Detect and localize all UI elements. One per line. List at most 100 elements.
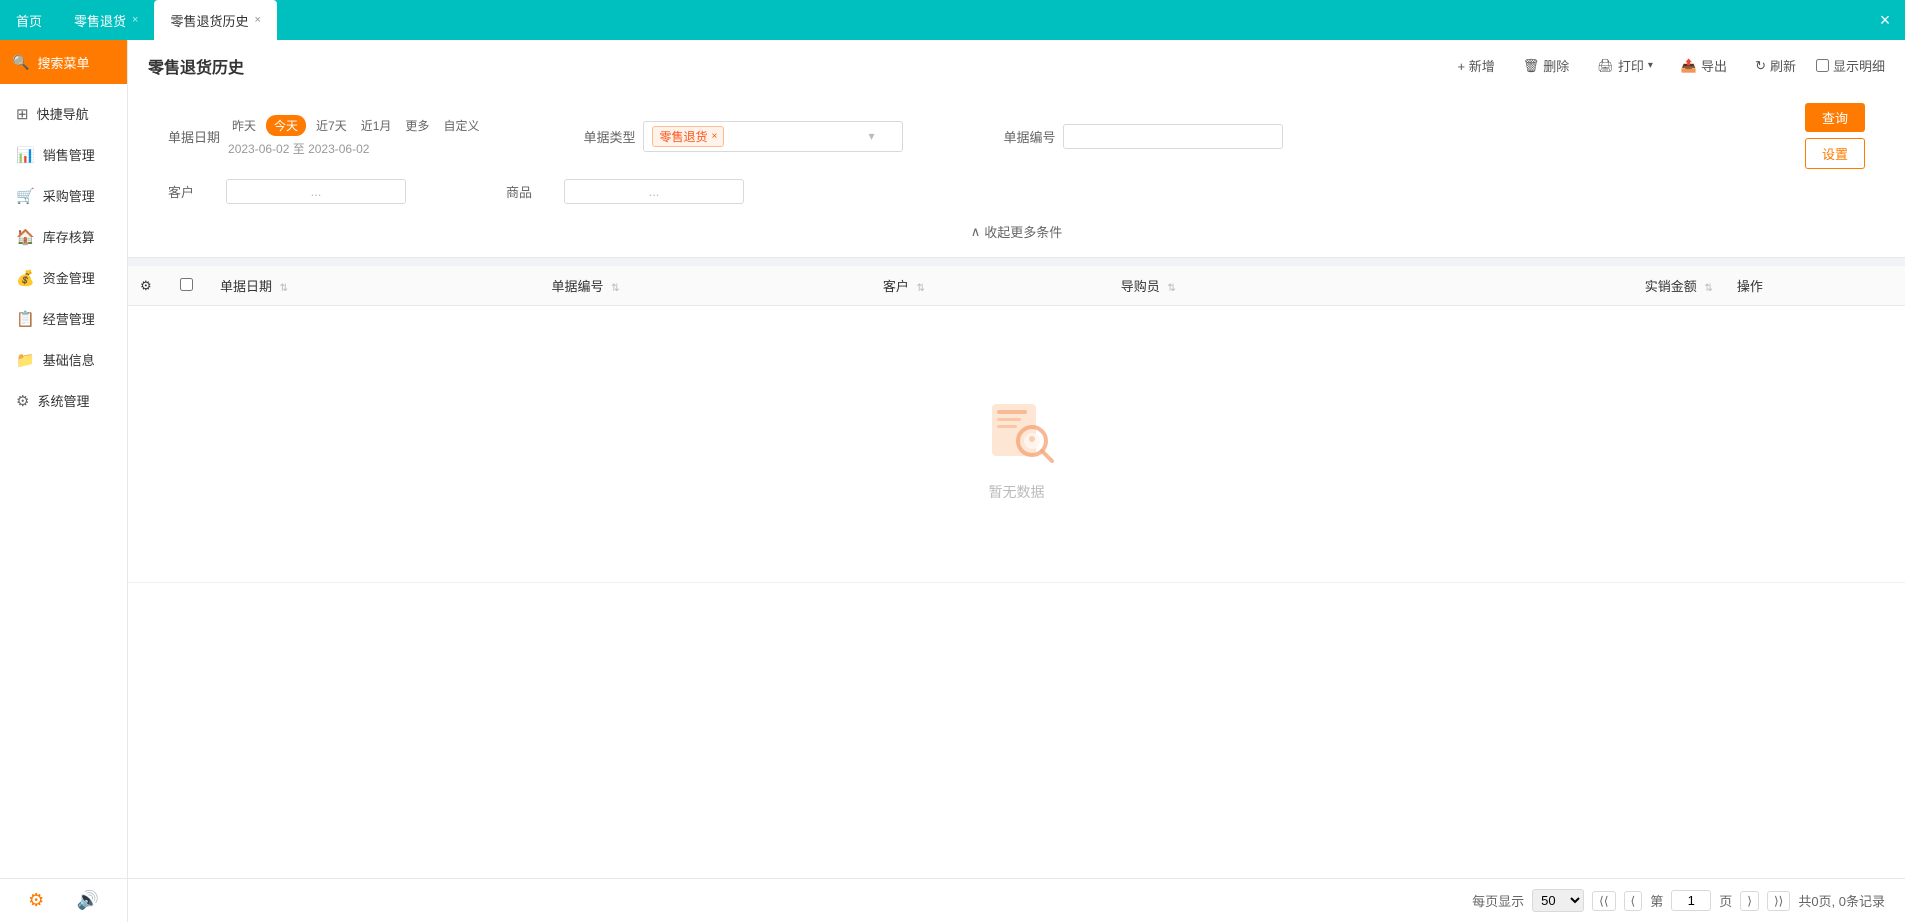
tab-retail-return-close[interactable]: × xyxy=(132,14,138,26)
display-detail-checkbox[interactable] xyxy=(1816,59,1829,72)
settings-button[interactable]: 设置 xyxy=(1805,138,1865,169)
content-area: 零售退货历史 + 新增 🗑 删除 🖨 打印 ▾ 📤 xyxy=(128,40,1905,922)
purchase-icon: 🛒 xyxy=(16,187,35,205)
audio-bottom-icon[interactable]: 🔊 xyxy=(76,890,98,911)
first-page-button[interactable]: ⟨⟨ xyxy=(1592,891,1615,911)
sidebar-item-quick-nav[interactable]: ⊞ 快捷导航 xyxy=(4,94,123,133)
guide-sort-icon: ⇅ xyxy=(1167,283,1175,294)
page-unit: 页 xyxy=(1719,891,1732,910)
voucher-type-tag-text: 零售退货 xyxy=(659,128,707,145)
tab-home[interactable]: 首页 xyxy=(0,0,58,40)
sidebar-item-inventory-label: 库存核算 xyxy=(43,227,95,246)
last-page-button[interactable]: ⟩⟩ xyxy=(1767,891,1790,911)
finance-icon: 💰 xyxy=(16,269,35,287)
delete-icon: 🗑 xyxy=(1523,58,1540,74)
th-guide[interactable]: 导购员 ⇅ xyxy=(1109,266,1394,306)
print-button[interactable]: 🖨 打印 ▾ xyxy=(1589,52,1661,79)
th-amount-label: 实销金额 xyxy=(1645,279,1697,294)
page-size-select[interactable]: 20 50 100 xyxy=(1532,889,1584,912)
refresh-label: 刷新 xyxy=(1770,56,1796,75)
th-date[interactable]: 单据日期 ⇅ xyxy=(208,266,539,306)
top-bar: 首页 零售退货 × 零售退货历史 × × xyxy=(0,0,1905,40)
sys-mgmt-icon: ⚙ xyxy=(16,392,29,410)
table-header: ⚙ 单据日期 ⇅ 单据编号 ⇅ xyxy=(128,266,1905,306)
main-layout: 🔍 搜索菜单 ⊞ 快捷导航 📊 销售管理 🛒 采购管理 🏠 库存核算 💰 xyxy=(0,40,1905,922)
date-more[interactable]: 更多 xyxy=(401,115,433,136)
sidebar-search[interactable]: 🔍 搜索菜单 xyxy=(0,40,127,84)
prev-page-button[interactable]: ⟨ xyxy=(1624,891,1643,911)
sidebar-item-operations[interactable]: 📋 经营管理 xyxy=(4,299,123,338)
collapse-button[interactable]: ∧ 收起更多条件 xyxy=(971,218,1063,245)
sidebar-item-inventory[interactable]: 🏠 库存核算 xyxy=(4,217,123,256)
empty-state-cell: 暂无数据 xyxy=(128,306,1905,583)
page-header: 零售退货历史 + 新增 🗑 删除 🖨 打印 ▾ 📤 xyxy=(128,40,1905,258)
customer-input[interactable]: ... xyxy=(226,179,406,204)
date-custom[interactable]: 自定义 xyxy=(439,115,483,136)
filter-goods: 商品 ... xyxy=(506,179,744,204)
voucher-type-label: 单据类型 xyxy=(583,127,635,146)
tab-retail-return-history-close[interactable]: × xyxy=(254,14,260,26)
voucher-no-sort-icon: ⇅ xyxy=(611,283,619,294)
th-voucher-no[interactable]: 单据编号 ⇅ xyxy=(539,266,870,306)
th-customer[interactable]: 客户 ⇅ xyxy=(871,266,1109,306)
tab-home-label: 首页 xyxy=(16,11,42,30)
tab-retail-return-history[interactable]: 零售退货历史 × xyxy=(154,0,276,40)
sidebar-item-purchase-mgmt[interactable]: 🛒 采购管理 xyxy=(4,176,123,215)
query-button[interactable]: 查询 xyxy=(1805,103,1865,132)
delete-button[interactable]: 🗑 删除 xyxy=(1515,52,1578,79)
collapse-row: ∧ 收起更多条件 xyxy=(148,214,1885,245)
column-setting-icon[interactable]: ⚙ xyxy=(140,278,152,293)
empty-state: 暂无数据 xyxy=(128,306,1905,582)
sidebar-item-sales-mgmt[interactable]: 📊 销售管理 xyxy=(4,135,123,174)
refresh-icon: ↻ xyxy=(1755,58,1766,74)
voucher-type-select[interactable]: 零售退货 × ▾ xyxy=(643,121,903,152)
th-date-label: 单据日期 xyxy=(220,279,272,294)
sidebar-item-finance[interactable]: 💰 资金管理 xyxy=(4,258,123,297)
page-actions: + 新增 🗑 删除 🖨 打印 ▾ 📤 导出 xyxy=(1450,52,1885,79)
date-today[interactable]: 今天 xyxy=(266,115,306,136)
th-action-label: 操作 xyxy=(1737,279,1763,294)
sidebar-item-finance-label: 资金管理 xyxy=(43,268,95,287)
settings-bottom-icon[interactable]: ⚙ xyxy=(28,890,44,911)
customer-label: 客户 xyxy=(168,182,218,201)
collapse-up-icon: ∧ xyxy=(971,224,981,240)
export-icon: 📤 xyxy=(1681,58,1697,74)
voucher-type-tag-close[interactable]: × xyxy=(711,131,717,142)
date-yesterday[interactable]: 昨天 xyxy=(228,115,260,136)
page-total: 共0页, 0条记录 xyxy=(1798,891,1885,910)
display-detail-label[interactable]: 显示明细 xyxy=(1816,56,1885,75)
th-checkbox[interactable] xyxy=(168,266,208,306)
goods-input[interactable]: ... xyxy=(564,179,744,204)
window-close-button[interactable]: × xyxy=(1865,0,1905,40)
voucher-no-input[interactable] xyxy=(1063,124,1283,149)
display-detail-text: 显示明细 xyxy=(1833,56,1885,75)
base-info-icon: 📁 xyxy=(16,351,35,369)
tab-retail-return[interactable]: 零售退货 × xyxy=(58,0,154,40)
sidebar-item-base-info[interactable]: 📁 基础信息 xyxy=(4,340,123,379)
sidebar-bottom: ⚙ 🔊 xyxy=(0,878,127,922)
th-voucher-no-label: 单据编号 xyxy=(551,279,603,294)
page-size-label: 每页显示 xyxy=(1472,891,1524,910)
date-1month[interactable]: 近1月 xyxy=(357,115,396,136)
date-filter-label: 单据日期 xyxy=(168,127,220,146)
voucher-type-tag: 零售退货 × xyxy=(652,126,724,147)
date-sort-icon: ⇅ xyxy=(280,283,288,294)
th-amount[interactable]: 实销金额 ⇅ xyxy=(1393,266,1724,306)
export-button[interactable]: 📤 导出 xyxy=(1673,52,1735,79)
select-all-checkbox[interactable] xyxy=(180,278,193,291)
sidebar: 🔍 搜索菜单 ⊞ 快捷导航 📊 销售管理 🛒 采购管理 🏠 库存核算 💰 xyxy=(0,40,128,922)
th-setting[interactable]: ⚙ xyxy=(128,266,168,306)
print-label: 打印 xyxy=(1618,56,1644,75)
empty-illustration xyxy=(977,386,1057,466)
new-button[interactable]: + 新增 xyxy=(1450,52,1503,79)
refresh-button[interactable]: ↻ 刷新 xyxy=(1747,52,1804,79)
page-number-input[interactable] xyxy=(1671,890,1711,911)
sales-icon: 📊 xyxy=(16,146,35,164)
sidebar-item-sys-mgmt[interactable]: ⚙ 系统管理 xyxy=(4,381,123,420)
tab-retail-return-history-label: 零售退货历史 xyxy=(170,11,248,30)
filter-customer: 客户 ... xyxy=(168,179,406,204)
tab-list: 首页 零售退货 × 零售退货历史 × xyxy=(0,0,1865,40)
date-7days[interactable]: 近7天 xyxy=(312,115,351,136)
next-page-button[interactable]: ⟩ xyxy=(1740,891,1759,911)
filter-area: 单据日期 昨天 今天 近7天 近1月 更多 自定义 2023-06-02 至 2… xyxy=(148,91,1885,257)
